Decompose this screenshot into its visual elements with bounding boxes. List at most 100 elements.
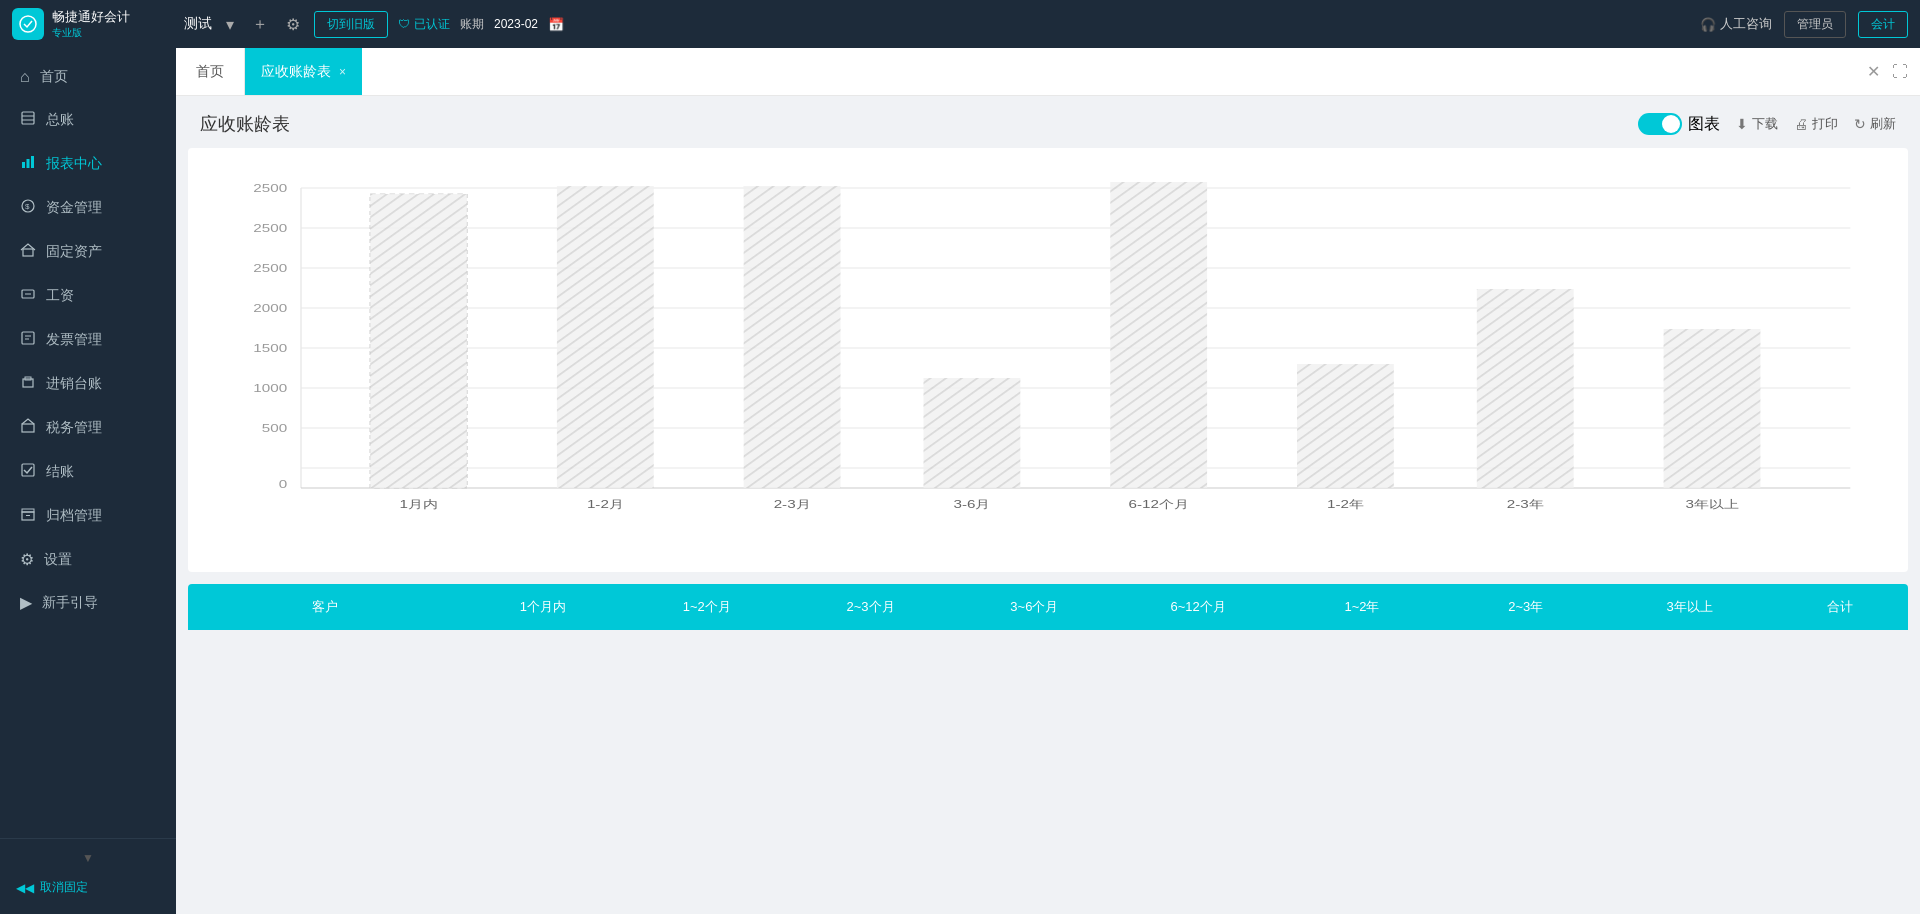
svg-rect-4 bbox=[22, 162, 25, 168]
cancel-fixed-button[interactable]: ◀◀ 取消固定 bbox=[0, 869, 176, 906]
report-header: 应收账龄表 图表 ⬇ 下载 🖨 bbox=[176, 96, 1920, 148]
svg-text:2500: 2500 bbox=[253, 222, 287, 234]
svg-text:1000: 1000 bbox=[253, 382, 287, 394]
sidebar-item-report[interactable]: 报表中心 bbox=[0, 142, 176, 186]
col-3year-plus: 3年以上 bbox=[1608, 584, 1772, 630]
accountant-button[interactable]: 会计 bbox=[1858, 11, 1908, 38]
svg-text:2500: 2500 bbox=[253, 182, 287, 194]
download-label: 下载 bbox=[1752, 115, 1778, 133]
admin-button[interactable]: 管理员 bbox=[1784, 11, 1846, 38]
svg-rect-44 bbox=[924, 378, 1021, 488]
sidebar-label-asset: 固定资产 bbox=[46, 243, 102, 261]
print-button[interactable]: 🖨 打印 bbox=[1794, 115, 1838, 133]
col-customer: 客户 bbox=[188, 584, 461, 630]
page-content: 应收账龄表 图表 ⬇ 下载 🖨 bbox=[176, 96, 1920, 914]
main-layout: ⌂ 首页 总账 报表中心 $ 资金管理 bbox=[0, 48, 1920, 914]
sidebar-item-payroll[interactable]: 工资 bbox=[0, 274, 176, 318]
header-right: 测试 ▾ ＋ ⚙ 切到旧版 🛡 已认证 账期 2023-02 📅 🎧 人工咨询 … bbox=[184, 10, 1908, 39]
logo-icon bbox=[12, 8, 44, 40]
sidebar-item-sales[interactable]: 进销台账 bbox=[0, 362, 176, 406]
sidebar-scroll: ⌂ 首页 总账 报表中心 $ 资金管理 bbox=[0, 48, 176, 838]
switch-version-button[interactable]: 切到旧版 bbox=[314, 11, 388, 38]
sidebar-item-settings[interactable]: ⚙ 设置 bbox=[0, 538, 176, 581]
cancel-fixed-label: 取消固定 bbox=[40, 879, 88, 896]
col-1-2month: 1~2个月 bbox=[625, 584, 789, 630]
dropdown-arrow-icon[interactable]: ▾ bbox=[222, 11, 238, 38]
col-2-3month: 2~3个月 bbox=[789, 584, 953, 630]
close-window-button[interactable]: ✕ bbox=[1863, 58, 1884, 85]
tab-close-icon[interactable]: × bbox=[339, 65, 346, 79]
col-1month: 1个月内 bbox=[461, 584, 625, 630]
sidebar: ⌂ 首页 总账 报表中心 $ 资金管理 bbox=[0, 48, 176, 914]
svg-rect-6 bbox=[31, 156, 34, 168]
sidebar-label-archive: 归档管理 bbox=[46, 507, 102, 525]
closing-icon bbox=[20, 462, 36, 482]
verified-badge: 🛡 已认证 bbox=[398, 16, 450, 33]
sidebar-item-ledger[interactable]: 总账 bbox=[0, 98, 176, 142]
col-1-2year: 1~2年 bbox=[1280, 584, 1444, 630]
download-button[interactable]: ⬇ 下载 bbox=[1736, 115, 1778, 133]
svg-text:2-3月: 2-3月 bbox=[774, 498, 811, 510]
svg-rect-47 bbox=[1477, 289, 1574, 488]
download-icon: ⬇ bbox=[1736, 116, 1748, 132]
sidebar-item-asset[interactable]: 固定资产 bbox=[0, 230, 176, 274]
svg-text:2000: 2000 bbox=[253, 302, 287, 314]
shield-icon: 🛡 bbox=[398, 17, 410, 31]
scroll-indicator: ▼ bbox=[0, 847, 176, 869]
expand-window-button[interactable]: ⛶ bbox=[1888, 59, 1912, 85]
report-actions: 图表 ⬇ 下载 🖨 打印 ↻ 刷新 bbox=[1638, 113, 1896, 135]
calendar-icon[interactable]: 📅 bbox=[548, 17, 564, 32]
svg-text:6-12个月: 6-12个月 bbox=[1129, 498, 1189, 510]
print-icon: 🖨 bbox=[1794, 116, 1808, 132]
add-icon[interactable]: ＋ bbox=[248, 10, 272, 39]
sidebar-item-closing[interactable]: 结账 bbox=[0, 450, 176, 494]
refresh-label: 刷新 bbox=[1870, 115, 1896, 133]
report-page: 应收账龄表 图表 ⬇ 下载 🖨 bbox=[176, 96, 1920, 914]
pin-left-icon: ◀◀ bbox=[16, 881, 34, 895]
logo-text: 畅捷通好会计 专业版 bbox=[52, 8, 130, 40]
svg-rect-43 bbox=[744, 186, 841, 488]
refresh-button[interactable]: ↻ 刷新 bbox=[1854, 115, 1896, 133]
svg-point-0 bbox=[20, 16, 36, 32]
sidebar-item-fund[interactable]: $ 资金管理 bbox=[0, 186, 176, 230]
sidebar-label-settings: 设置 bbox=[44, 551, 72, 569]
svg-text:2500: 2500 bbox=[253, 262, 287, 274]
tab-report[interactable]: 应收账龄表 × bbox=[245, 48, 362, 95]
table-header-row: 客户 1个月内 1~2个月 2~3个月 3~6个月 6~12个月 1~2年 2~… bbox=[188, 584, 1908, 630]
sidebar-label-closing: 结账 bbox=[46, 463, 74, 481]
sidebar-label-sales: 进销台账 bbox=[46, 375, 102, 393]
sidebar-label-payroll: 工资 bbox=[46, 287, 74, 305]
tab-home[interactable]: 首页 bbox=[176, 48, 245, 95]
archive-icon bbox=[20, 506, 36, 526]
chart-toggle[interactable]: 图表 bbox=[1638, 113, 1720, 135]
sidebar-item-archive[interactable]: 归档管理 bbox=[0, 494, 176, 538]
sales-icon bbox=[20, 374, 36, 394]
svg-rect-12 bbox=[22, 332, 34, 344]
toggle-track[interactable] bbox=[1638, 113, 1682, 135]
report-icon bbox=[20, 154, 36, 174]
tab-bar: 首页 应收账龄表 × ✕ ⛶ bbox=[176, 48, 1920, 96]
svg-text:3-6月: 3-6月 bbox=[953, 498, 990, 510]
col-6-12month: 6~12个月 bbox=[1116, 584, 1280, 630]
svg-text:1月内: 1月内 bbox=[399, 498, 437, 510]
logo-sub: 专业版 bbox=[52, 26, 130, 40]
tab-bar-actions: ✕ ⛶ bbox=[1863, 58, 1920, 85]
sidebar-item-home[interactable]: ⌂ 首页 bbox=[0, 56, 176, 98]
svg-text:3年以上: 3年以上 bbox=[1685, 498, 1738, 510]
sidebar-item-invoice[interactable]: 发票管理 bbox=[0, 318, 176, 362]
col-3-6month: 3~6个月 bbox=[952, 584, 1116, 630]
sidebar-item-guide[interactable]: ▶ 新手引导 bbox=[0, 581, 176, 624]
svg-rect-48 bbox=[1664, 329, 1761, 488]
svg-rect-20 bbox=[22, 509, 34, 512]
toggle-label: 图表 bbox=[1688, 114, 1720, 135]
consult-button[interactable]: 🎧 人工咨询 bbox=[1700, 15, 1772, 33]
svg-rect-46 bbox=[1297, 364, 1394, 488]
sidebar-item-tax[interactable]: 税务管理 bbox=[0, 406, 176, 450]
svg-rect-42 bbox=[557, 186, 654, 488]
sidebar-label-home: 首页 bbox=[40, 68, 68, 86]
svg-rect-17 bbox=[22, 424, 34, 432]
svg-rect-18 bbox=[22, 464, 34, 476]
sidebar-label-ledger: 总账 bbox=[46, 111, 74, 129]
svg-text:1-2年: 1-2年 bbox=[1327, 498, 1364, 510]
settings-gear-icon[interactable]: ⚙ bbox=[282, 11, 304, 38]
